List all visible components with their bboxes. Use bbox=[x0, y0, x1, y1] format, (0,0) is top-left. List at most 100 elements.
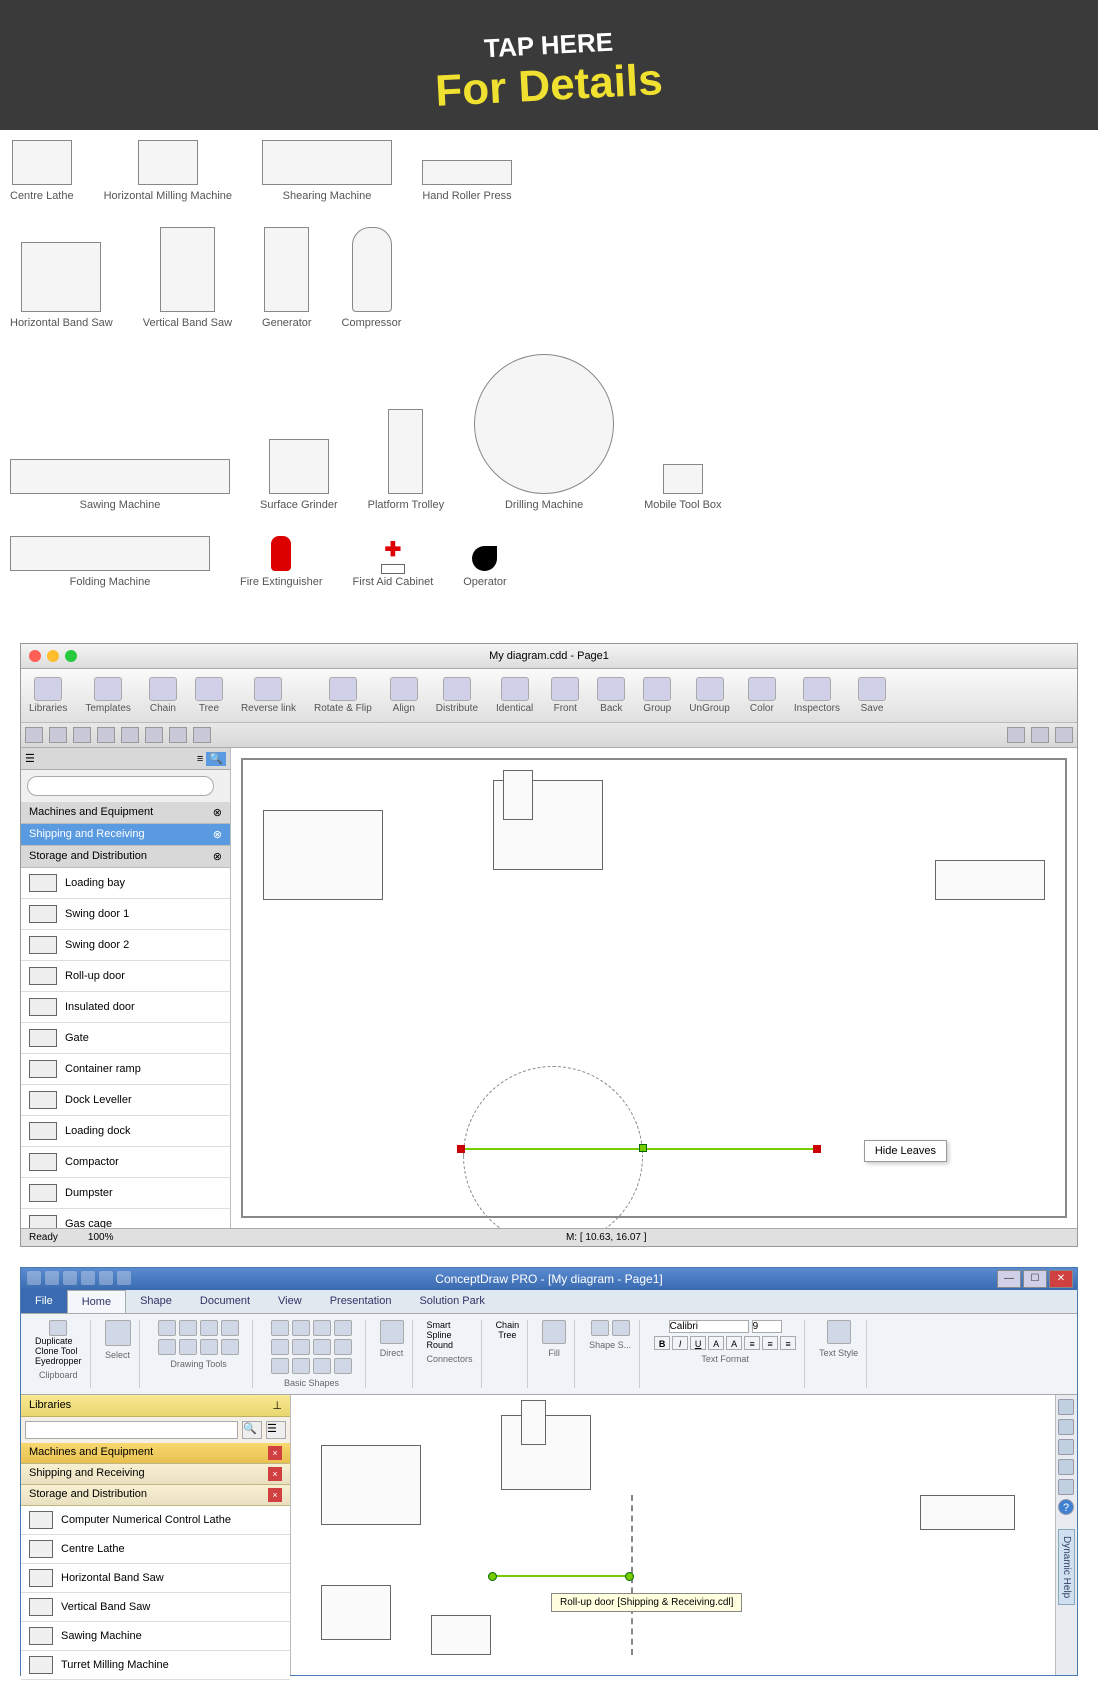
close-icon[interactable] bbox=[29, 650, 41, 662]
close-button[interactable]: ✕ bbox=[1049, 1270, 1073, 1288]
stencil-roller-press[interactable]: Hand Roller Press bbox=[422, 160, 512, 202]
stencil-fire-ext[interactable]: Fire Extinguisher bbox=[240, 536, 323, 588]
shape-item[interactable]: Loading dock bbox=[21, 1116, 230, 1147]
shape-item[interactable]: Swing door 1 bbox=[21, 899, 230, 930]
textstyle-icon[interactable] bbox=[827, 1320, 851, 1344]
align-left[interactable]: ≡ bbox=[744, 1336, 760, 1350]
close-icon[interactable]: × bbox=[268, 1467, 282, 1481]
tab-shape[interactable]: Shape bbox=[126, 1290, 186, 1313]
shape-item[interactable]: Gate bbox=[21, 1023, 230, 1054]
fill-icon[interactable] bbox=[542, 1320, 566, 1344]
tab-home[interactable]: Home bbox=[67, 1290, 126, 1313]
browse-icon[interactable]: ☰ bbox=[266, 1421, 286, 1439]
clone-button[interactable]: Clone Tool bbox=[35, 1346, 82, 1356]
zoom-in-icon[interactable] bbox=[1031, 727, 1049, 743]
machine-shape[interactable] bbox=[501, 1415, 591, 1490]
shape-item[interactable]: Container ramp bbox=[21, 1054, 230, 1085]
toolbar-align[interactable]: Align bbox=[390, 677, 418, 714]
dynamic-help-tab[interactable]: Dynamic Help bbox=[1058, 1529, 1075, 1605]
stencil-sawing[interactable]: Sawing Machine bbox=[10, 459, 230, 511]
stencil-h-milling[interactable]: Horizontal Milling Machine bbox=[104, 140, 232, 202]
tab-view[interactable]: View bbox=[264, 1290, 316, 1313]
minimize-button[interactable]: — bbox=[997, 1270, 1021, 1288]
direct-icon[interactable] bbox=[380, 1320, 404, 1344]
panel-icon[interactable] bbox=[1058, 1459, 1074, 1475]
stencil-first-aid[interactable]: ✚First Aid Cabinet bbox=[353, 537, 434, 588]
shape-item[interactable]: Insulated door bbox=[21, 992, 230, 1023]
maximize-button[interactable]: ☐ bbox=[1023, 1270, 1047, 1288]
ad-banner[interactable]: TAP HERE For Details bbox=[0, 0, 1098, 130]
smart-conn[interactable]: Smart bbox=[427, 1320, 473, 1330]
ribbon-group-fill[interactable]: Fill bbox=[534, 1320, 575, 1388]
ribbon-group-direct[interactable]: Direct bbox=[372, 1320, 413, 1388]
close-icon[interactable]: ⊗ bbox=[213, 806, 222, 819]
toolbar-save[interactable]: Save bbox=[858, 677, 886, 714]
shape-item[interactable]: Computer Numerical Control Lathe bbox=[21, 1506, 290, 1535]
shape-item[interactable]: Loading bay bbox=[21, 868, 230, 899]
machine-shape[interactable] bbox=[263, 810, 383, 900]
toolbar-rotate-flip[interactable]: Rotate & Flip bbox=[314, 677, 372, 714]
shape-item[interactable]: Roll-up door bbox=[21, 961, 230, 992]
tool-text[interactable] bbox=[145, 727, 163, 743]
toolbar-back[interactable]: Back bbox=[597, 677, 625, 714]
stencil-drilling[interactable]: Drilling Machine bbox=[474, 354, 614, 511]
panel-icon[interactable] bbox=[1058, 1419, 1074, 1435]
tool-pointer[interactable] bbox=[25, 727, 43, 743]
search-input[interactable] bbox=[27, 776, 214, 796]
minimize-icon[interactable] bbox=[47, 650, 59, 662]
shape-item[interactable]: Vertical Band Saw bbox=[21, 1593, 290, 1622]
toolbar-templates[interactable]: Templates bbox=[85, 677, 131, 714]
quick-access-toolbar[interactable] bbox=[27, 1271, 131, 1285]
shape-item[interactable]: Centre Lathe bbox=[21, 1535, 290, 1564]
stencil-folding[interactable]: Folding Machine bbox=[10, 536, 210, 588]
category-item[interactable]: Machines and Equipment× bbox=[21, 1443, 290, 1464]
tab-file[interactable]: File bbox=[21, 1290, 67, 1313]
machine-shape[interactable] bbox=[920, 1495, 1015, 1530]
toolbar-color[interactable]: Color bbox=[748, 677, 776, 714]
stencil-compressor[interactable]: Compressor bbox=[342, 227, 402, 329]
align-center[interactable]: ≡ bbox=[762, 1336, 778, 1350]
close-icon[interactable]: ⊗ bbox=[213, 828, 222, 841]
mac-titlebar[interactable]: My diagram.cdd - Page1 bbox=[21, 644, 1077, 669]
tool-ellipse[interactable] bbox=[73, 727, 91, 743]
size-select[interactable] bbox=[752, 1320, 782, 1333]
tool-connector[interactable] bbox=[169, 727, 187, 743]
machine-shape[interactable] bbox=[935, 860, 1045, 900]
toolbar-ungroup[interactable]: UnGroup bbox=[689, 677, 730, 714]
door-arc[interactable] bbox=[463, 1066, 643, 1156]
search-icon[interactable]: 🔍 bbox=[242, 1421, 262, 1439]
shape-item[interactable]: Turret Milling Machine bbox=[21, 1651, 290, 1680]
close-icon[interactable]: × bbox=[268, 1488, 282, 1502]
toolbar-chain[interactable]: Chain bbox=[149, 677, 177, 714]
search-icon[interactable]: 🔍 bbox=[206, 752, 226, 766]
door-arc[interactable] bbox=[463, 1156, 643, 1228]
pin-icon[interactable]: ⊥ bbox=[272, 1399, 282, 1412]
zoom-icon[interactable] bbox=[65, 650, 77, 662]
tab-presentation[interactable]: Presentation bbox=[316, 1290, 406, 1313]
align-right[interactable]: ≡ bbox=[780, 1336, 796, 1350]
round-conn[interactable]: Round bbox=[427, 1340, 473, 1350]
machine-shape[interactable] bbox=[503, 770, 533, 820]
shape-item[interactable]: Dumpster bbox=[21, 1178, 230, 1209]
panel-icon[interactable] bbox=[1058, 1439, 1074, 1455]
stencil-grinder[interactable]: Surface Grinder bbox=[260, 439, 338, 511]
tab-document[interactable]: Document bbox=[186, 1290, 264, 1313]
toolbar-identical[interactable]: Identical bbox=[496, 677, 533, 714]
libraries-header[interactable]: Libraries⊥ bbox=[21, 1395, 290, 1417]
tool-line[interactable] bbox=[97, 727, 115, 743]
toolbar-inspectors[interactable]: Inspectors bbox=[794, 677, 840, 714]
toolbar-reverse-link[interactable]: Reverse link bbox=[241, 677, 296, 714]
tab-solution-park[interactable]: Solution Park bbox=[405, 1290, 498, 1313]
canvas[interactable]: Roll-up door [Shipping & Receiving.cdl] bbox=[291, 1395, 1055, 1675]
list-icon[interactable]: ≡ bbox=[197, 753, 203, 765]
stencil-centre-lathe[interactable]: Centre Lathe bbox=[10, 140, 74, 202]
selection-line[interactable] bbox=[491, 1575, 631, 1577]
shape-item[interactable]: Compactor bbox=[21, 1147, 230, 1178]
category-item[interactable]: Shipping and Receiving× bbox=[21, 1464, 290, 1485]
stencil-generator[interactable]: Generator bbox=[262, 227, 312, 329]
bold-button[interactable]: B bbox=[654, 1336, 670, 1350]
shape-item[interactable]: Dock Leveller bbox=[21, 1085, 230, 1116]
underline-button[interactable]: U bbox=[690, 1336, 706, 1350]
toolbar-tree[interactable]: Tree bbox=[195, 677, 223, 714]
shape-item[interactable]: Gas cage bbox=[21, 1209, 230, 1228]
